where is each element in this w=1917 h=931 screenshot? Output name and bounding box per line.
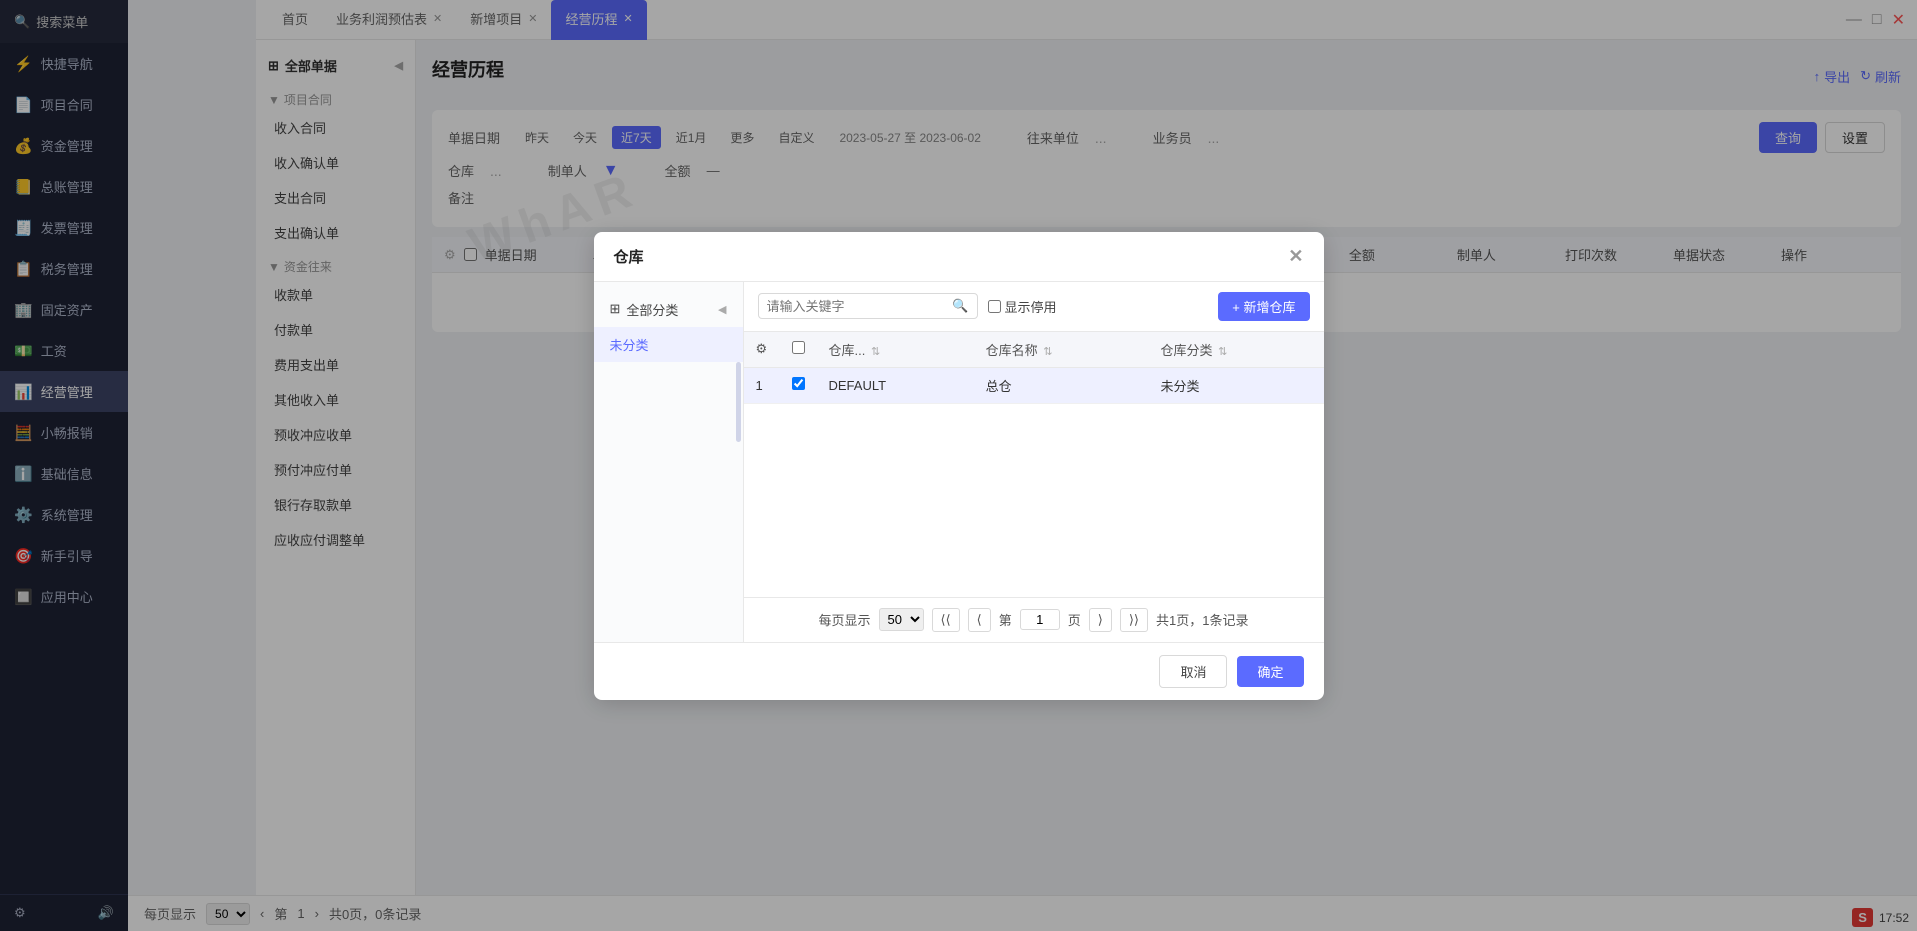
th-code[interactable]: 仓库... ⇅ [817, 332, 974, 368]
tree-scrollbar[interactable] [736, 362, 741, 442]
modal-table: ⚙ 仓库... ⇅ 仓库名称 ⇅ 仓库分类 [744, 332, 1324, 597]
confirm-button[interactable]: 确定 [1237, 656, 1303, 687]
modal-header: 仓库 ✕ [594, 232, 1324, 282]
modal-prev-page-btn[interactable]: ⟨ [968, 608, 991, 632]
show-disabled-label[interactable]: 显示停用 [988, 297, 1057, 316]
modal-per-page-select[interactable]: 50 [879, 608, 924, 631]
modal-page-label: 第 [999, 610, 1012, 629]
th-checkbox [780, 332, 817, 368]
search-box: 🔍 [758, 293, 978, 319]
modal-per-page-label: 每页显示 [819, 610, 871, 629]
modal-toolbar: 🔍 显示停用 + 新增仓库 [744, 282, 1324, 332]
warehouse-modal: 仓库 ✕ ⊞ 全部分类 ◀ 未分类 🔍 [594, 232, 1324, 700]
search-input[interactable] [767, 299, 947, 314]
modal-tree: ⊞ 全部分类 ◀ 未分类 [594, 282, 744, 642]
sort-icon-category: ⇅ [1218, 346, 1227, 358]
tree-all-label: 全部分类 [626, 300, 678, 319]
row-index: 1 [744, 367, 780, 403]
tree-uncategorized-label: 未分类 [610, 335, 649, 354]
row-name: 总仓 [974, 367, 1149, 403]
row-category: 未分类 [1149, 367, 1324, 403]
row-code: DEFAULT [817, 367, 974, 403]
row-checkbox[interactable] [780, 367, 817, 403]
modal-next-page-btn[interactable]: ⟩ [1089, 608, 1112, 632]
modal-page-input[interactable] [1020, 609, 1060, 630]
modal-total-text: 共1页，1条记录 [1156, 610, 1248, 629]
cancel-button[interactable]: 取消 [1159, 655, 1227, 688]
th-category-label: 仓库分类 [1161, 343, 1213, 358]
show-disabled-checkbox[interactable] [988, 300, 1001, 313]
modal-last-page-btn[interactable]: ⟩⟩ [1120, 608, 1148, 632]
th-settings[interactable]: ⚙ [744, 332, 780, 368]
tree-item-all[interactable]: ⊞ 全部分类 ◀ [594, 292, 743, 327]
tree-collapse-btn[interactable]: ◀ [718, 303, 726, 316]
modal-first-page-btn[interactable]: ⟨⟨ [932, 608, 960, 632]
modal-body: ⊞ 全部分类 ◀ 未分类 🔍 显示停用 [594, 282, 1324, 642]
modal-right: 🔍 显示停用 + 新增仓库 ⚙ [744, 282, 1324, 642]
th-category[interactable]: 仓库分类 ⇅ [1149, 332, 1324, 368]
modal-footer: 取消 确定 [594, 642, 1324, 700]
grid-icon2: ⊞ [610, 301, 621, 317]
modal-pagination: 每页显示 50 ⟨⟨ ⟨ 第 页 ⟩ ⟩⟩ 共1页，1条记录 [744, 597, 1324, 642]
sort-icon-code: ⇅ [871, 346, 880, 358]
add-warehouse-button[interactable]: + 新增仓库 [1218, 292, 1309, 321]
modal-title: 仓库 [614, 246, 644, 267]
th-code-label: 仓库... [829, 343, 866, 358]
modal-close-button[interactable]: ✕ [1288, 246, 1303, 267]
sort-icon-name: ⇅ [1043, 346, 1052, 358]
th-name[interactable]: 仓库名称 ⇅ [974, 332, 1149, 368]
show-disabled-text: 显示停用 [1005, 297, 1057, 316]
th-checkbox-input[interactable] [792, 341, 805, 354]
search-icon2: 🔍 [952, 298, 968, 314]
th-name-label: 仓库名称 [986, 343, 1038, 358]
add-btn-container: + 新增仓库 [1218, 292, 1309, 321]
table-row[interactable]: 1 DEFAULT 总仓 未分类 [744, 367, 1324, 403]
modal-page-suffix: 页 [1068, 610, 1081, 629]
tree-item-uncategorized[interactable]: 未分类 [594, 327, 743, 362]
